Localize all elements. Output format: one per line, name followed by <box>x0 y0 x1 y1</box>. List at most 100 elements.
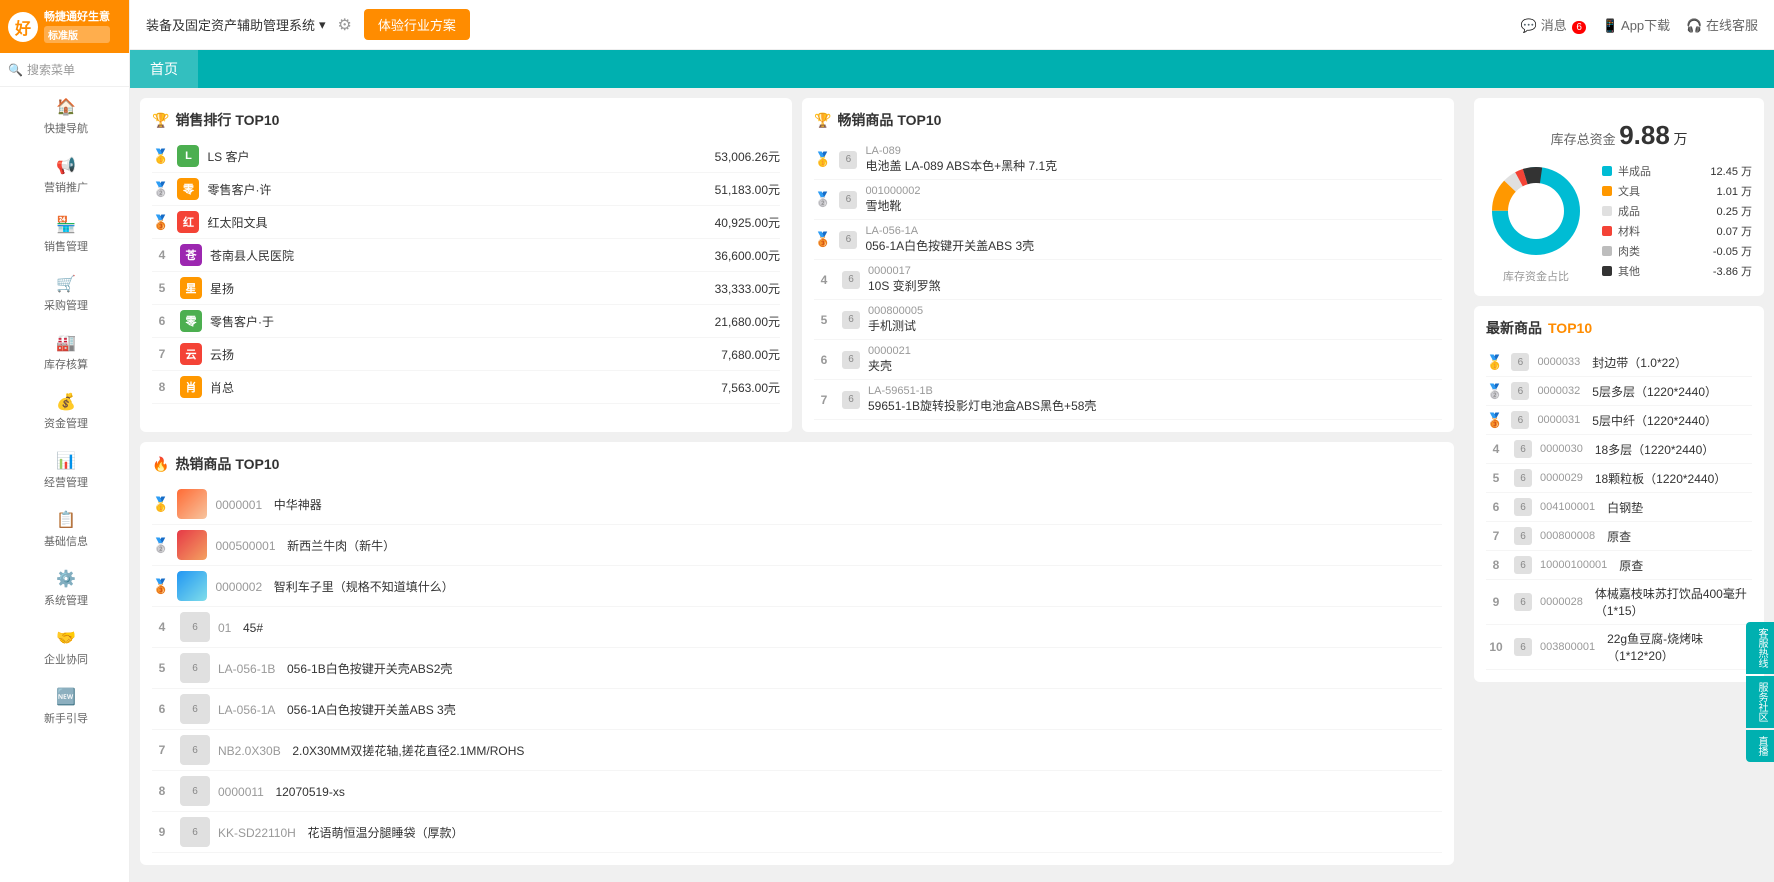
sidebar-item-quick-nav[interactable]: 🏠 快捷导航 <box>0 87 129 146</box>
medal-icon: 🥇 <box>1486 354 1503 371</box>
customer-value: 40,925.00元 <box>715 214 780 231</box>
new-product-name: 5层多层（1220*2440） <box>1592 383 1752 400</box>
sidebar-search[interactable]: 🔍 搜索菜单 <box>0 53 129 87</box>
product-code: 0000021 <box>868 345 1442 357</box>
marketing-icon: 📢 <box>56 156 76 176</box>
system-selector[interactable]: 装备及固定资产辅助管理系统 ▾ <box>146 15 326 34</box>
base-icon: 📋 <box>56 510 76 530</box>
nav-label: 系统管理 <box>44 592 88 608</box>
settings-icon[interactable]: ⚙ <box>338 15 352 35</box>
new-product-item: 🥇 6 0000033 封边带（1.0*22） <box>1486 348 1752 377</box>
customer-name: 星扬 <box>210 280 707 297</box>
nav-label: 快捷导航 <box>44 120 88 136</box>
hot-product-info: LA-056-1B 056-1B白色按键开关壳ABS2壳 <box>218 660 1442 677</box>
enterprise-icon: 🤝 <box>56 628 76 648</box>
product-placeholder-icon: 6 <box>180 776 210 806</box>
product-icon: 6 <box>1511 382 1529 400</box>
sidebar-item-purchase[interactable]: 🛒 采购管理 <box>0 264 129 323</box>
inventory-total: 库存总资金 9.88 万 <box>1486 110 1752 161</box>
tab-home[interactable]: 首页 <box>130 50 198 88</box>
hot-product-code: LA-056-1B <box>218 662 275 676</box>
legend-dot <box>1602 166 1612 176</box>
sidebar: 好 畅捷通好生意 标准版 🔍 搜索菜单 🏠 快捷导航 📢 营销推广 🏪 销售管理… <box>0 0 130 882</box>
product-code: 001000002 <box>865 185 1442 197</box>
rank-num: 5 <box>814 313 834 327</box>
message-btn[interactable]: 💬 消息 6 <box>1521 15 1586 34</box>
float-btn-live[interactable]: 直播 <box>1746 730 1774 762</box>
product-left-rank-item: 6 6 0000021 夹壳 <box>814 340 1442 380</box>
product-info: 001000002 雪地靴 <box>865 185 1442 214</box>
legend-dot <box>1602 246 1612 256</box>
product-placeholder-icon: 6 <box>180 612 210 642</box>
rank-num: 6 <box>152 314 172 328</box>
new-product-name: 白钢垫 <box>1607 499 1752 516</box>
rank-num: 9 <box>1486 595 1506 609</box>
hot-product-code: 0000011 <box>218 785 264 799</box>
donut-wrapper: 库存资金占比 半成品 12.45 万 文具 1.01 万 成品 0.25 万 材… <box>1486 161 1752 284</box>
product-image: 6 <box>180 776 210 806</box>
system-icon: ⚙️ <box>56 569 76 589</box>
trial-button[interactable]: 体验行业方案 <box>364 9 470 40</box>
right-panel: 库存总资金 9.88 万 <box>1464 88 1774 882</box>
product-icon: 6 <box>1514 527 1532 545</box>
hot-product-code: KK-SD22110H <box>218 826 296 840</box>
customer-avatar: L <box>177 145 199 167</box>
customer-service-btn[interactable]: 🎧 在线客服 <box>1686 15 1758 34</box>
product-placeholder-icon: 6 <box>180 694 210 724</box>
new-product-item: 9 6 0000028 体械嘉枝味苏打饮品400毫升（1*15） <box>1486 580 1752 625</box>
hot-product-item: 9 6 KK-SD22110H 花语萌恒温分腿睡袋（厚款） <box>152 812 1442 853</box>
customer-rank-item: 5 星 星扬 33,333.00元 <box>152 272 780 305</box>
sidebar-item-marketing[interactable]: 📢 营销推广 <box>0 146 129 205</box>
product-left-rank-item: 4 6 0000017 10S 变刹罗煞 <box>814 260 1442 300</box>
product-icon: 6 <box>1514 498 1532 516</box>
product-image: 6 <box>180 735 210 765</box>
hot-product-info: 01 45# <box>218 620 1442 635</box>
new-product-name: 5层中纤（1220*2440） <box>1592 412 1752 429</box>
product-icon: 6 <box>1514 593 1532 611</box>
search-icon: 🔍 <box>8 63 23 77</box>
product-info: LA-089 电池盖 LA-089 ABS本色+黑种 7.1克 <box>865 145 1442 174</box>
customer-avatar: 零 <box>177 178 199 200</box>
float-btn-community[interactable]: 服务社区 <box>1746 676 1774 728</box>
logo-badge: 标准版 <box>44 26 110 43</box>
float-btn-cs[interactable]: 客服热线 <box>1746 622 1774 674</box>
sidebar-item-base[interactable]: 📋 基础信息 <box>0 500 129 559</box>
product-icon: 6 <box>1514 469 1532 487</box>
sidebar-item-operations[interactable]: 📊 经营管理 <box>0 441 129 500</box>
legend-item: 肉类 -0.05 万 <box>1602 243 1752 259</box>
sidebar-item-enterprise[interactable]: 🤝 企业协同 <box>0 618 129 677</box>
top-products-left-card: 🏆 畅销商品 TOP10 🥇 6 LA-089 电池盖 LA-089 ABS本色… <box>802 98 1454 432</box>
product-name: 59651-1B旋转投影灯电池盒ABS黑色+58壳 <box>868 397 1442 414</box>
donut-legend: 半成品 12.45 万 文具 1.01 万 成品 0.25 万 材料 0.07 … <box>1602 163 1752 283</box>
hot-product-name: 056-1B白色按键开关壳ABS2壳 <box>287 662 452 676</box>
medal-icon: 🥈 <box>1486 383 1503 400</box>
sidebar-item-guide[interactable]: 🆕 新手引导 <box>0 677 129 736</box>
medal-icon: 🥇 <box>152 148 169 165</box>
sidebar-item-finance[interactable]: 💰 资金管理 <box>0 382 129 441</box>
product-image: 6 <box>180 612 210 642</box>
new-product-name: 体械嘉枝味苏打饮品400毫升（1*15） <box>1595 585 1752 619</box>
trophy-icon: 🏆 <box>152 112 169 129</box>
medal-icon: 🥉 <box>814 231 831 248</box>
product-placeholder-icon: 6 <box>180 817 210 847</box>
app-download-btn[interactable]: 📱 App下载 <box>1602 15 1670 34</box>
sidebar-item-sales[interactable]: 🏪 销售管理 <box>0 205 129 264</box>
customer-value: 21,680.00元 <box>715 313 780 330</box>
product-icon: 6 <box>842 391 860 409</box>
nav-label: 经营管理 <box>44 474 88 490</box>
legend-item: 其他 -3.86 万 <box>1602 263 1752 279</box>
customer-rank-item: 🥇 L LS 客户 53,006.26元 <box>152 140 780 173</box>
medal-icon: 🥈 <box>152 181 169 198</box>
product-code: LA-089 <box>865 145 1442 157</box>
customer-name: 零售客户·于 <box>210 313 707 330</box>
customer-value: 51,183.00元 <box>715 181 780 198</box>
customer-value: 36,600.00元 <box>715 247 780 264</box>
nav-label: 销售管理 <box>44 238 88 254</box>
sidebar-item-inventory[interactable]: 🏭 库存核算 <box>0 323 129 382</box>
rank-num: 4 <box>814 273 834 287</box>
product-image <box>177 530 207 560</box>
hot-product-name: 智利车子里（规格不知道填什么） <box>274 580 454 594</box>
hot-product-code: 0000001 <box>215 498 262 512</box>
sidebar-item-system[interactable]: ⚙️ 系统管理 <box>0 559 129 618</box>
rank-num: 7 <box>814 393 834 407</box>
